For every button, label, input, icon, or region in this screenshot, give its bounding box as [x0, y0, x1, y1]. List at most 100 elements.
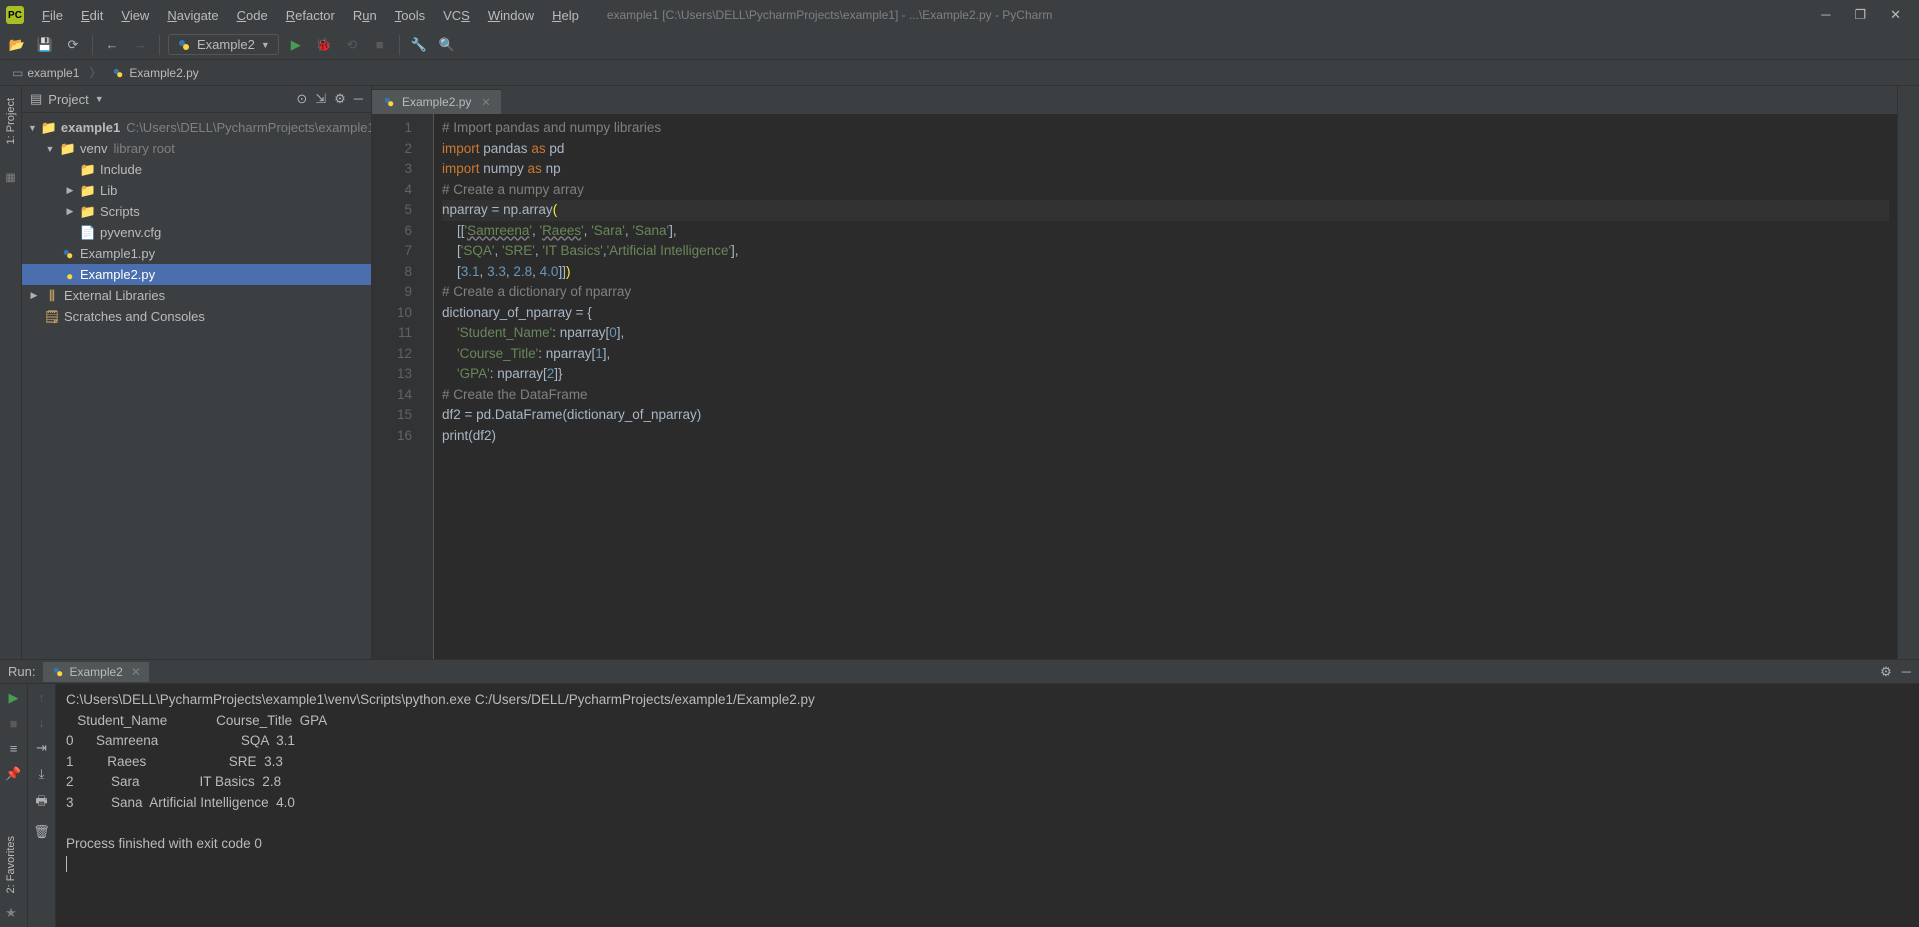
print-icon[interactable]: 🖶 [35, 792, 47, 814]
menu-navigate[interactable]: Navigate [159, 4, 226, 27]
tree-example1[interactable]: Example1.py [22, 243, 371, 264]
menu-tools[interactable]: Tools [387, 4, 433, 27]
debug-button[interactable]: 🐞 [313, 34, 335, 56]
gear-icon[interactable]: ⚙ [334, 91, 346, 107]
project-tree[interactable]: ▼ 📁 example1C:\Users\DELL\PycharmProject… [22, 113, 371, 659]
crumb-file[interactable]: Example2.py [105, 64, 204, 82]
up-icon[interactable]: ↑ [38, 690, 45, 705]
window-title: example1 [C:\Users\DELL\PycharmProjects\… [607, 8, 1821, 22]
minimize-button[interactable]: ─ [1821, 7, 1830, 23]
crumb-project[interactable]: ▭ example1 [6, 64, 85, 82]
tree-pyvenv[interactable]: 📄 pyvenv.cfg [22, 222, 371, 243]
code-editor[interactable]: 12345678910111213141516 # Import pandas … [372, 114, 1897, 659]
menu-view[interactable]: View [113, 4, 157, 27]
breadcrumb: ▭ example1 〉 Example2.py [0, 60, 1919, 86]
stop-button[interactable]: ■ [10, 716, 18, 731]
tree-root[interactable]: ▼ 📁 example1C:\Users\DELL\PycharmProject… [22, 117, 371, 138]
tool-tab-favorites[interactable]: 2: Favorites [3, 830, 19, 899]
project-panel: ▤ Project ▼ ⊙ ⇲ ⚙ ─ ▼ 📁 example1C:\Users… [22, 86, 372, 659]
menu-edit[interactable]: Edit [73, 4, 111, 27]
folder-icon: 📁 [41, 120, 57, 136]
tool-tab-structure[interactable]: ▦ [2, 166, 19, 191]
separator [92, 35, 93, 55]
editor-tab-example2[interactable]: Example2.py ✕ [372, 89, 501, 114]
close-icon[interactable]: ✕ [131, 665, 141, 679]
close-tab-icon[interactable]: ✕ [481, 96, 490, 109]
tree-scratches[interactable]: 🗒 Scratches and Consoles [22, 306, 371, 327]
menu-code[interactable]: Code [229, 4, 276, 27]
chevron-right-icon: ▶ [64, 185, 76, 196]
editor-tabs: Example2.py ✕ [372, 86, 1897, 114]
separator [399, 35, 400, 55]
chevron-right-icon: ▶ [64, 206, 76, 217]
tree-include[interactable]: 📁 Include [22, 159, 371, 180]
run-panel: Run: Example2 ✕ ⚙ ─ ▶ ■ ≡ 📌 ↑ ↓ ⇥ ⤓ [0, 659, 1919, 927]
save-icon[interactable]: 💾 [34, 34, 56, 56]
run-config-dropdown[interactable]: Example2 ▼ [168, 34, 279, 55]
gear-icon[interactable]: ⚙ [1880, 664, 1892, 680]
console-output[interactable]: C:\Users\DELL\PycharmProjects\example1\v… [56, 684, 1919, 927]
pycharm-icon: PC [6, 6, 24, 24]
menu-window[interactable]: Window [480, 4, 542, 27]
menu-help[interactable]: Help [544, 4, 587, 27]
scratches-icon: 🗒 [44, 309, 60, 325]
tree-external-libs[interactable]: ▶ ⫼ External Libraries [22, 285, 371, 306]
toolbar: 📂 💾 ⟳ ← → Example2 ▼ ▶ 🐞 ⟲ ■ 🔧 🔍 [0, 30, 1919, 60]
coverage-button[interactable]: ⟲ [341, 34, 363, 56]
run-button[interactable]: ▶ [285, 34, 307, 56]
pin-icon[interactable]: 📌 [5, 766, 21, 782]
maximize-button[interactable]: ❐ [1854, 7, 1866, 23]
tree-venv[interactable]: ▼ 📁 venvlibrary root [22, 138, 371, 159]
chevron-down-icon: ▼ [28, 123, 37, 133]
settings-icon[interactable]: 🔧 [408, 34, 430, 56]
search-icon[interactable]: 🔍 [436, 34, 458, 56]
layout-icon[interactable]: ≡ [10, 741, 18, 756]
right-tool-gutter [1897, 86, 1919, 659]
fold-gutter [422, 114, 434, 659]
collapse-icon[interactable]: ⇲ [315, 91, 326, 107]
run-tab[interactable]: Example2 ✕ [43, 662, 148, 682]
python-icon [51, 665, 65, 679]
stop-button[interactable]: ■ [369, 34, 391, 56]
python-icon [111, 66, 125, 80]
tree-lib[interactable]: ▶ 📁 Lib [22, 180, 371, 201]
folder-icon: 📁 [80, 162, 96, 178]
folder-icon: 📁 [80, 204, 96, 220]
folder-icon: 📁 [60, 141, 76, 157]
main-menu: File Edit View Navigate Code Refactor Ru… [34, 4, 587, 27]
forward-icon[interactable]: → [129, 34, 151, 56]
menu-run[interactable]: Run [345, 4, 385, 27]
file-icon: 📄 [80, 225, 96, 241]
chevron-right-icon: 〉 [89, 64, 101, 81]
rerun-button[interactable]: ▶ [9, 690, 19, 706]
open-icon[interactable]: 📂 [6, 34, 28, 56]
hide-icon[interactable]: ─ [1902, 664, 1911, 680]
menu-refactor[interactable]: Refactor [278, 4, 343, 27]
chevron-right-icon: ▶ [28, 290, 40, 301]
close-button[interactable]: ✕ [1890, 7, 1901, 23]
refresh-icon[interactable]: ⟳ [62, 34, 84, 56]
chevron-down-icon: ▼ [44, 144, 56, 154]
back-icon[interactable]: ← [101, 34, 123, 56]
chevron-down-icon: ▼ [95, 94, 104, 104]
soft-wrap-icon[interactable]: ⇥ [36, 740, 47, 756]
tree-example2[interactable]: Example2.py [22, 264, 371, 285]
code-content[interactable]: # Import pandas and numpy librariesimpor… [434, 114, 1897, 659]
python-icon [382, 95, 396, 109]
trash-icon[interactable]: 🗑 [33, 824, 50, 840]
project-panel-title[interactable]: ▤ Project ▼ [30, 91, 296, 107]
tool-tab-project[interactable]: 1: Project [3, 92, 19, 150]
scroll-end-icon[interactable]: ⤓ [39, 766, 45, 782]
python-icon [60, 268, 76, 282]
tree-scripts[interactable]: ▶ 📁 Scripts [22, 201, 371, 222]
text-cursor [66, 856, 67, 872]
hide-icon[interactable]: ─ [354, 91, 363, 107]
star-icon[interactable]: ★ [5, 905, 17, 921]
libraries-icon: ⫼ [44, 288, 60, 304]
menu-vcs[interactable]: VCS [435, 4, 478, 27]
chevron-down-icon: ▼ [261, 40, 270, 50]
python-icon [60, 247, 76, 261]
locate-icon[interactable]: ⊙ [296, 91, 307, 107]
down-icon[interactable]: ↓ [38, 715, 45, 730]
menu-file[interactable]: File [34, 4, 71, 27]
